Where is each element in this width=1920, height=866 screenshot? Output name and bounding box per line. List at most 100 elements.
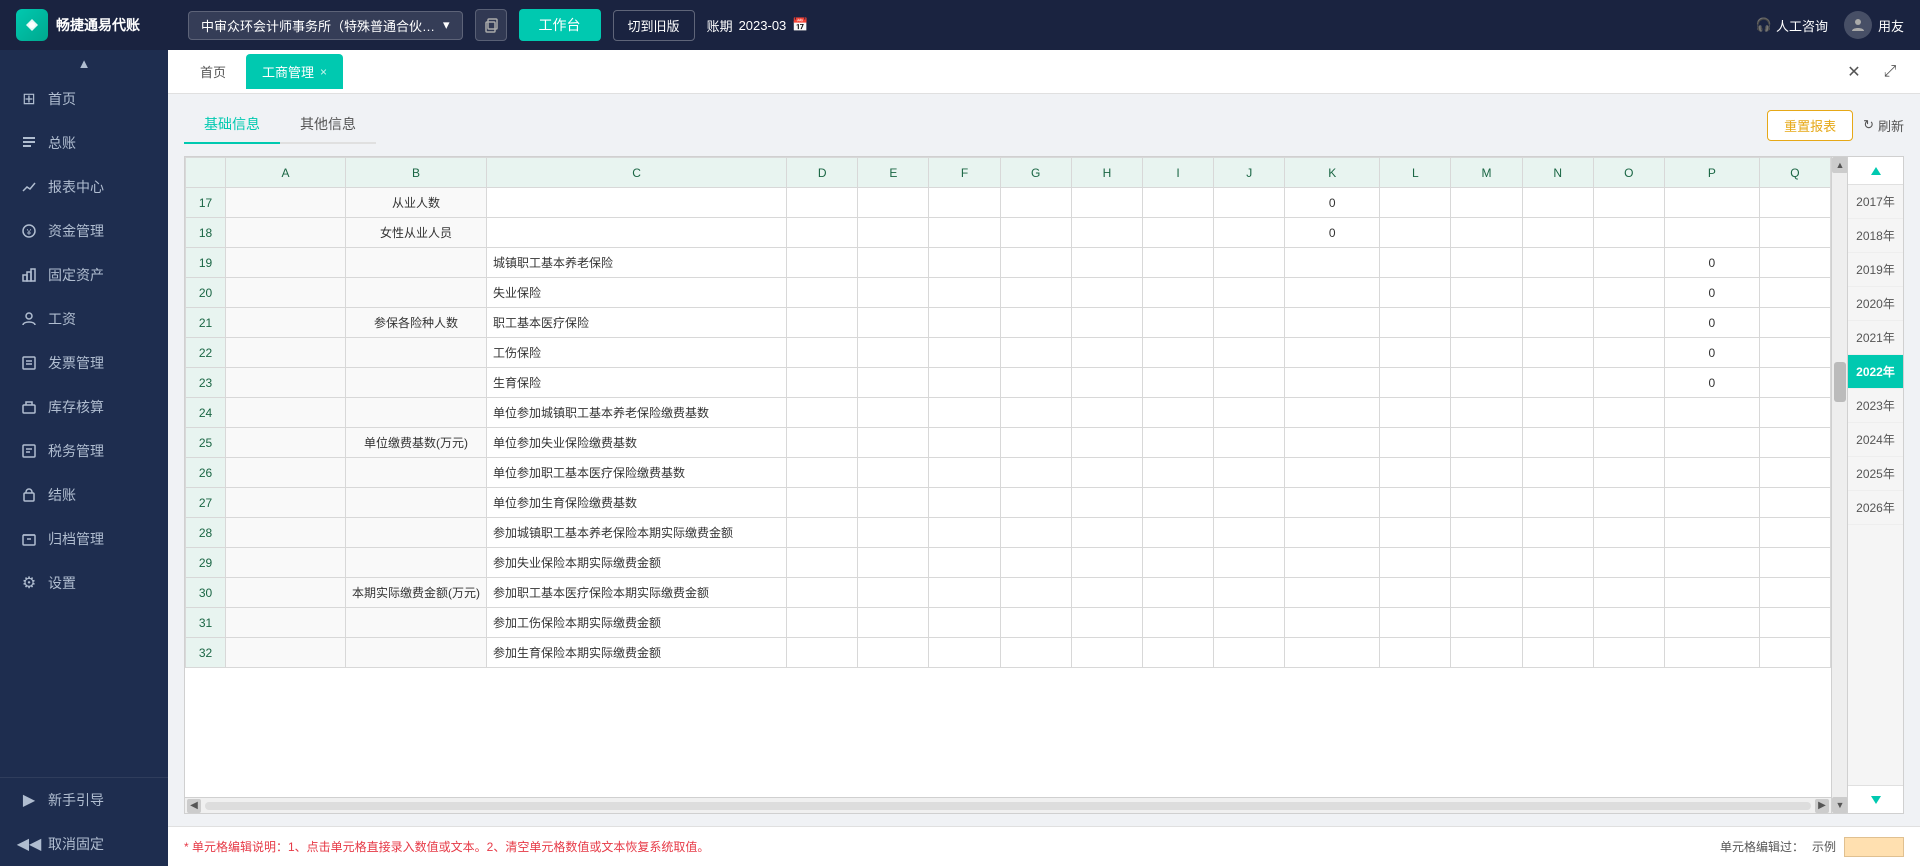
cell-empty[interactable] [929, 188, 1000, 218]
cell-empty[interactable] [787, 458, 858, 488]
year-item[interactable]: 2023年 [1848, 389, 1903, 423]
cell-empty[interactable] [1142, 398, 1213, 428]
cell-empty[interactable] [1000, 548, 1071, 578]
cell-q[interactable] [1759, 308, 1830, 338]
cell-empty[interactable] [929, 488, 1000, 518]
cell-empty[interactable] [929, 218, 1000, 248]
cell-a[interactable] [226, 398, 346, 428]
cell-q[interactable] [1759, 488, 1830, 518]
cell-empty[interactable] [858, 218, 929, 248]
cell-b[interactable] [346, 398, 487, 428]
cell-q[interactable] [1759, 398, 1830, 428]
cell-empty[interactable] [1451, 638, 1522, 668]
cell-q[interactable] [1759, 638, 1830, 668]
cell-p[interactable]: 0 [1664, 248, 1759, 278]
cell-p[interactable] [1664, 218, 1759, 248]
cell-empty[interactable] [787, 338, 858, 368]
cell-empty[interactable] [1593, 428, 1664, 458]
cell-p[interactable] [1664, 458, 1759, 488]
cell-empty[interactable] [858, 278, 929, 308]
sidebar-item-archive[interactable]: 归档管理 [0, 517, 168, 561]
cell-c[interactable]: 单位参加职工基本医疗保险缴费基数 [487, 458, 787, 488]
cell-empty[interactable] [1000, 308, 1071, 338]
cell-empty[interactable] [787, 278, 858, 308]
cell-empty[interactable] [1142, 368, 1213, 398]
expand-tab-button[interactable]: ⤢ [1876, 58, 1904, 86]
cell-empty[interactable] [1593, 548, 1664, 578]
cell-empty[interactable] [1522, 488, 1593, 518]
cell-empty[interactable] [1593, 188, 1664, 218]
cell-q[interactable] [1759, 458, 1830, 488]
cell-empty[interactable] [1593, 338, 1664, 368]
cell-k[interactable]: 0 [1285, 188, 1380, 218]
cell-q[interactable] [1759, 188, 1830, 218]
cell-q[interactable] [1759, 518, 1830, 548]
sidebar-item-salary[interactable]: 工资 [0, 297, 168, 341]
cell-empty[interactable] [1451, 248, 1522, 278]
cell-empty[interactable] [1071, 188, 1142, 218]
cell-empty[interactable] [1142, 248, 1213, 278]
cell-empty[interactable] [1593, 308, 1664, 338]
switch-version-button[interactable]: 切到旧版 [613, 10, 695, 41]
v-scroll-up[interactable]: ▲ [1832, 157, 1848, 173]
cell-a[interactable] [226, 218, 346, 248]
cell-empty[interactable] [1071, 488, 1142, 518]
cell-empty[interactable] [1522, 278, 1593, 308]
col-header-j[interactable]: J [1214, 158, 1285, 188]
cell-empty[interactable] [1071, 398, 1142, 428]
year-nav-up-btn[interactable] [1848, 157, 1903, 185]
year-item[interactable]: 2021年 [1848, 321, 1903, 355]
cell-empty[interactable] [1593, 608, 1664, 638]
cell-empty[interactable] [1000, 338, 1071, 368]
cell-c[interactable]: 职工基本医疗保险 [487, 308, 787, 338]
cell-empty[interactable] [929, 248, 1000, 278]
cell-a[interactable] [226, 188, 346, 218]
cell-empty[interactable] [787, 578, 858, 608]
cell-empty[interactable] [1071, 578, 1142, 608]
cell-p[interactable] [1664, 518, 1759, 548]
cell-empty[interactable] [1451, 218, 1522, 248]
cell-c[interactable]: 生育保险 [487, 368, 787, 398]
cell-empty[interactable] [1522, 308, 1593, 338]
cell-empty[interactable] [1214, 218, 1285, 248]
cell-p[interactable] [1664, 488, 1759, 518]
col-header-o[interactable]: O [1593, 158, 1664, 188]
sidebar-item-invoice[interactable]: 发票管理 [0, 341, 168, 385]
cell-empty[interactable] [1380, 548, 1451, 578]
cell-empty[interactable] [929, 338, 1000, 368]
cell-empty[interactable] [1380, 248, 1451, 278]
cell-empty[interactable] [1214, 308, 1285, 338]
cell-empty[interactable] [1000, 608, 1071, 638]
cell-empty[interactable] [1380, 488, 1451, 518]
cell-empty[interactable] [858, 368, 929, 398]
cell-k[interactable]: 0 [1285, 218, 1380, 248]
cell-a[interactable] [226, 488, 346, 518]
user-area[interactable]: 用友 [1844, 11, 1904, 39]
cell-empty[interactable] [1071, 428, 1142, 458]
cell-empty[interactable] [1451, 398, 1522, 428]
tab-industry[interactable]: 工商管理 × [246, 54, 343, 89]
cell-empty[interactable] [1380, 638, 1451, 668]
cell-empty[interactable] [1142, 518, 1213, 548]
cell-c[interactable]: 参加职工基本医疗保险本期实际缴费金额 [487, 578, 787, 608]
cell-empty[interactable] [1214, 428, 1285, 458]
cell-k[interactable] [1285, 248, 1380, 278]
cell-p[interactable]: 0 [1664, 338, 1759, 368]
cell-empty[interactable] [1380, 338, 1451, 368]
cell-k[interactable] [1285, 308, 1380, 338]
cell-k[interactable] [1285, 338, 1380, 368]
cell-q[interactable] [1759, 548, 1830, 578]
cell-empty[interactable] [858, 488, 929, 518]
sidebar-item-reports[interactable]: 报表中心 [0, 165, 168, 209]
col-header-i[interactable]: I [1142, 158, 1213, 188]
cell-empty[interactable] [787, 548, 858, 578]
cell-k[interactable] [1285, 638, 1380, 668]
cell-empty[interactable] [1593, 368, 1664, 398]
cell-empty[interactable] [787, 428, 858, 458]
refresh-button[interactable]: ↻ 刷新 [1863, 116, 1904, 135]
cell-empty[interactable] [1522, 458, 1593, 488]
sidebar-item-inventory[interactable]: 库存核算 [0, 385, 168, 429]
cell-empty[interactable] [929, 398, 1000, 428]
cell-a[interactable] [226, 638, 346, 668]
cell-empty[interactable] [929, 368, 1000, 398]
